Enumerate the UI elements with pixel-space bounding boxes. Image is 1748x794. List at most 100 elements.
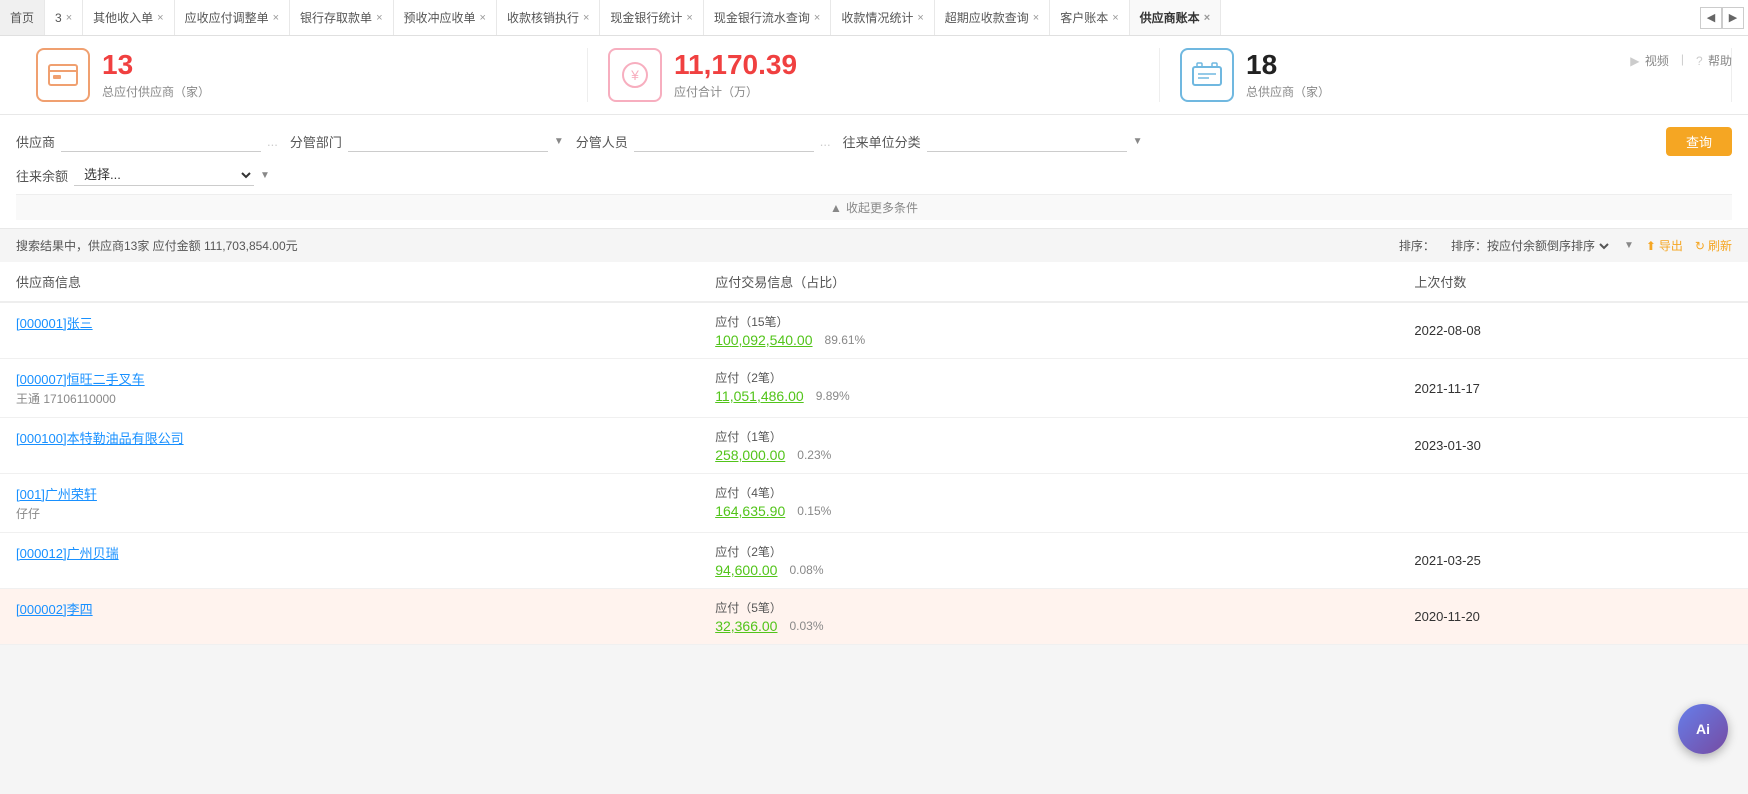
supplier-dots[interactable]: ... xyxy=(267,134,278,149)
video-link[interactable]: ▶ 视频 xyxy=(1630,52,1669,69)
supplier-link[interactable]: [000007]恒旺二手叉车 xyxy=(16,372,145,387)
refresh-button[interactable]: ↻ 刷新 xyxy=(1695,237,1732,254)
close-icon[interactable]: × xyxy=(814,12,820,24)
balance-select[interactable]: 选择... xyxy=(74,164,254,186)
close-icon[interactable]: × xyxy=(66,12,72,24)
dept-input[interactable] xyxy=(348,132,548,152)
supplier-link[interactable]: [000001]张三 xyxy=(16,316,93,331)
tx-amount[interactable]: 11,051,486.00 xyxy=(715,388,804,404)
nav-tab-pre-charge[interactable]: 预收冲应收单 × xyxy=(394,0,497,35)
close-icon[interactable]: × xyxy=(376,12,382,24)
manager-dots[interactable]: ... xyxy=(820,134,831,149)
nav-tab-home[interactable]: 首页 xyxy=(0,0,45,35)
unit-filter-label: 往来单位分类 xyxy=(843,132,921,151)
tx-info-cell: 应付（5笔）32,366.000.03% xyxy=(699,589,1398,645)
supplier-input[interactable] xyxy=(61,132,261,152)
nav-prev-button[interactable]: ◀ xyxy=(1700,7,1722,29)
tx-label: 应付（2笔） xyxy=(715,543,1382,560)
result-actions: 排序： 排序：按应付余额倒序排序 ▼ ⬆ 导出 ↻ 刷新 xyxy=(1399,237,1732,254)
filter-row-2: 往来余额 选择... ▼ xyxy=(16,164,1732,186)
sort-dropdown-icon[interactable]: ▼ xyxy=(1624,240,1634,251)
summary-help: ▶ 视频 | ? 帮助 xyxy=(1630,52,1732,69)
last-pay-cell: 2020-11-20 xyxy=(1398,589,1748,645)
total-supplier-label: 总供应商（家） xyxy=(1246,83,1330,100)
close-icon[interactable]: × xyxy=(480,12,486,24)
data-table: 供应商信息 应付交易信息（占比） 上次付数 [000001]张三应付（15笔）1… xyxy=(0,262,1748,645)
tx-amount[interactable]: 100,092,540.00 xyxy=(715,332,812,348)
filter-unit: 往来单位分类 ▼ xyxy=(843,132,1143,152)
table-row: [000001]张三应付（15笔）100,092,540.0089.61%202… xyxy=(0,302,1748,359)
supplier-link[interactable]: [000100]本特勒油品有限公司 xyxy=(16,431,184,446)
tx-info-cell: 应付（1笔）258,000.000.23% xyxy=(699,418,1398,474)
dept-dropdown-icon[interactable]: ▼ xyxy=(554,136,564,147)
nav-tab-overdue[interactable]: 超期应收款查询 × xyxy=(935,0,1050,35)
last-pay-cell: 2023-01-30 xyxy=(1398,418,1748,474)
supplier-link[interactable]: [000002]李四 xyxy=(16,602,93,617)
nav-tab-ar-adjust[interactable]: 应收应付调整单 × xyxy=(175,0,290,35)
result-text: 搜索结果中，供应商13家 应付金额 111,703,854.00元 xyxy=(16,237,298,254)
total-supplier-count: 18 xyxy=(1246,51,1330,79)
collapse-bar[interactable]: ▲ 收起更多条件 xyxy=(16,194,1732,220)
unit-dropdown-icon[interactable]: ▼ xyxy=(1133,136,1143,147)
help-link[interactable]: ? 帮助 xyxy=(1696,52,1732,69)
nav-tab-cash-stat[interactable]: 现金银行统计 × xyxy=(600,0,703,35)
tx-amount[interactable]: 258,000.00 xyxy=(715,447,785,463)
filter-balance: 往来余额 选择... ▼ xyxy=(16,164,270,186)
table-row: [000012]广州贝瑞应付（2笔）94,600.000.08%2021-03-… xyxy=(0,533,1748,589)
close-icon[interactable]: × xyxy=(686,12,692,24)
nav-tab-customer-ledger[interactable]: 客户账本 × xyxy=(1050,0,1129,35)
table-row: [000100]本特勒油品有限公司 应付（1笔）258,000.000.23%20… xyxy=(0,418,1748,474)
nav-tab-cash-flow[interactable]: 现金银行流水查询 × xyxy=(704,0,831,35)
supplier-sub-info: 王通 17106110000 xyxy=(16,390,683,407)
nav-tab-receipt-stat[interactable]: 收款情况统计 × xyxy=(831,0,934,35)
dept-filter-label: 分管部门 xyxy=(290,132,342,151)
balance-dropdown-icon[interactable]: ▼ xyxy=(260,170,270,181)
supplier-payable-count: 13 xyxy=(102,51,210,79)
close-icon[interactable]: × xyxy=(917,12,923,24)
nav-tab-bank-deposit[interactable]: 银行存取款单 × xyxy=(290,0,393,35)
tx-amount[interactable]: 32,366.00 xyxy=(715,618,777,634)
close-icon[interactable]: × xyxy=(273,12,279,24)
col-supplier-info: 供应商信息 xyxy=(0,262,699,302)
nav-tab-supplier-ledger[interactable]: 供应商账本 × xyxy=(1130,0,1221,35)
supplier-sub-info: 仔仔 xyxy=(16,505,683,522)
close-icon[interactable]: × xyxy=(1112,12,1118,24)
nav-tab-other-income[interactable]: 其他收入单 × xyxy=(83,0,174,35)
export-button[interactable]: ⬆ 导出 xyxy=(1646,237,1683,254)
nav-tab-receipt-exec[interactable]: 收款核销执行 × xyxy=(497,0,600,35)
filter-manager: 分管人员 ... xyxy=(576,132,831,152)
supplier-info-cell: [000012]广州贝瑞 xyxy=(0,533,699,589)
nav-tab-3[interactable]: 3 × xyxy=(45,0,83,35)
tx-pct: 0.03% xyxy=(789,619,823,633)
table-row: [000007]恒旺二手叉车王通 17106110000应付（2笔）11,051… xyxy=(0,359,1748,418)
close-icon[interactable]: × xyxy=(157,12,163,24)
tx-amount[interactable]: 94,600.00 xyxy=(715,562,777,578)
collapse-icon: ▲ xyxy=(830,201,842,215)
close-icon[interactable]: × xyxy=(1033,12,1039,24)
supplier-filter-label: 供应商 xyxy=(16,132,55,151)
ai-button-label: Ai xyxy=(1696,721,1710,737)
nav-next-button[interactable]: ▶ xyxy=(1722,7,1744,29)
sort-select[interactable]: 排序：按应付余额倒序排序 xyxy=(1447,238,1612,254)
table-row: [000002]李四应付（5笔）32,366.000.03%2020-11-20 xyxy=(0,589,1748,645)
query-button[interactable]: 查询 xyxy=(1666,127,1732,156)
manager-filter-label: 分管人员 xyxy=(576,132,628,151)
tx-label: 应付（4笔） xyxy=(715,484,1382,501)
svg-text:¥: ¥ xyxy=(630,67,639,83)
tx-amount[interactable]: 164,635.90 xyxy=(715,503,785,519)
close-icon[interactable]: × xyxy=(583,12,589,24)
ai-button[interactable]: Ai xyxy=(1678,704,1728,754)
table-header: 供应商信息 应付交易信息（占比） 上次付数 xyxy=(0,262,1748,302)
summary-info-3: 18 总供应商（家） xyxy=(1246,51,1330,100)
supplier-link[interactable]: [001]广州荣轩 xyxy=(16,487,97,502)
refresh-icon: ↻ xyxy=(1695,239,1705,253)
manager-input[interactable] xyxy=(634,132,814,152)
total-payable-label: 应付合计（万） xyxy=(674,83,797,100)
close-icon[interactable]: × xyxy=(1204,12,1210,24)
unit-input[interactable] xyxy=(927,132,1127,152)
col-last-pay: 上次付数 xyxy=(1398,262,1748,302)
nav-arrows: ◀ ▶ xyxy=(1696,7,1748,29)
supplier-link[interactable]: [000012]广州贝瑞 xyxy=(16,546,119,561)
table-body: [000001]张三应付（15笔）100,092,540.0089.61%202… xyxy=(0,302,1748,645)
summary-info-2: 11,170.39 应付合计（万） xyxy=(674,51,797,100)
